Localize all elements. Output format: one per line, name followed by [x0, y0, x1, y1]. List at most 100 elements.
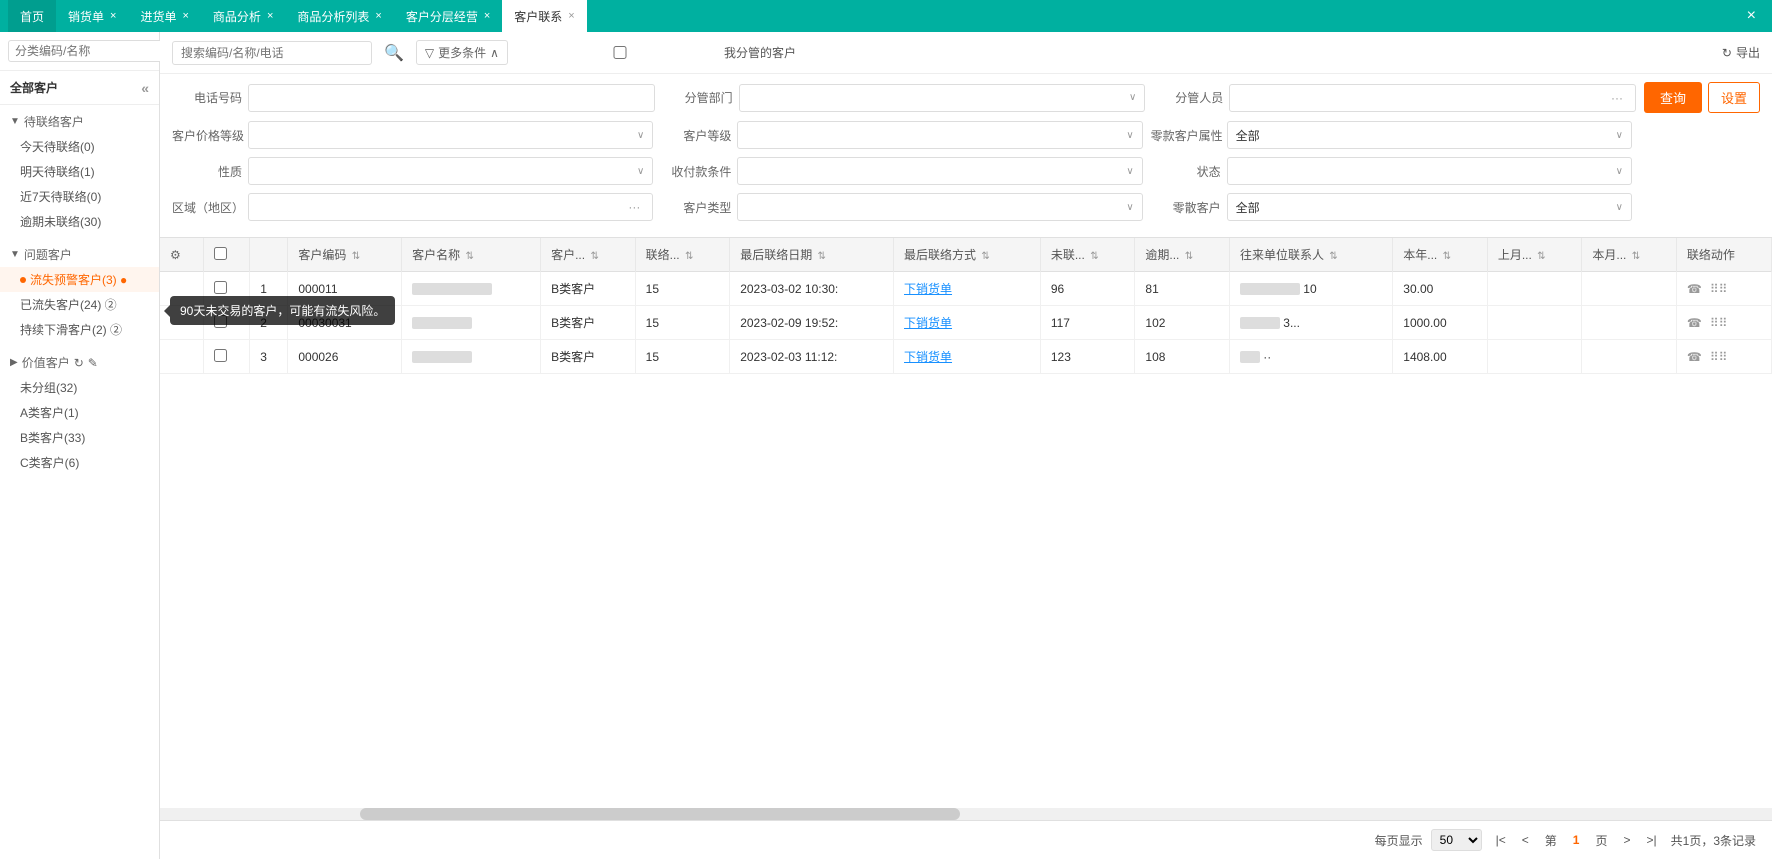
sidebar-group-problem-label[interactable]: ▼ 问题客户	[0, 242, 159, 267]
table-header-row: ⚙ 客户编码 ⇅ 客户名称 ⇅ 客户... ⇅ 联络... ⇅ 最后联络日期 ⇅…	[160, 238, 1772, 272]
contact-way-link-2[interactable]: 下销货单	[904, 350, 952, 364]
my-customers-checkbox[interactable]	[520, 46, 720, 59]
filter-row-2: 客户价格等级 ∨ 客户等级 ∨ 零款客户属性	[172, 121, 1760, 149]
nav-tab-customer-contact[interactable]: 客户联系 ×	[502, 0, 586, 32]
top-nav: 首页 销货单 × 进货单 × 商品分析 × 商品分析列表 × 客户分层经营 × …	[0, 0, 1772, 32]
th-gear[interactable]: ⚙	[160, 238, 203, 272]
th-last-contact-way[interactable]: 最后联络方式 ⇅	[894, 238, 1041, 272]
nav-tab-purchase-close[interactable]: ×	[182, 10, 188, 22]
field-payment-select[interactable]: ∨	[737, 157, 1142, 185]
nav-tab-analysis-close[interactable]: ×	[267, 10, 273, 22]
sidebar-item-ungrouped[interactable]: 未分组(32)	[0, 375, 159, 400]
th-overdue[interactable]: 逾期... ⇅	[1135, 238, 1230, 272]
row-checkbox-2[interactable]	[214, 349, 227, 362]
contact-way-link-0[interactable]: 下销货单	[904, 282, 952, 296]
th-last-month[interactable]: 上月... ⇅	[1487, 238, 1582, 272]
field-customer-level-select[interactable]: ∨	[737, 121, 1142, 149]
sidebar-item-tomorrow[interactable]: 明天待联络(1)	[0, 159, 159, 184]
field-phone-input[interactable]	[248, 84, 655, 112]
contact-icon-2[interactable]: ☎	[1687, 350, 1702, 364]
more-actions-icon-1[interactable]: ⠿⠿	[1710, 316, 1728, 330]
field-nature-select[interactable]: ∨	[248, 157, 653, 185]
contact-icon-0[interactable]: ☎	[1687, 282, 1702, 296]
edit-icon[interactable]: ✎	[88, 356, 98, 370]
last-page-button[interactable]: >|	[1641, 831, 1663, 849]
setting-button[interactable]: 设置	[1708, 82, 1760, 113]
nav-tab-home[interactable]: 首页	[8, 0, 56, 32]
contact-icon-1[interactable]: ☎	[1687, 316, 1702, 330]
td-last-contact-way-2[interactable]: 下销货单	[894, 340, 1041, 374]
field-manager-select[interactable]: ···	[1229, 84, 1636, 112]
scrollbar-thumb[interactable]	[360, 808, 960, 820]
sidebar-item-a-class[interactable]: A类客户(1)	[0, 400, 159, 425]
next-page-button[interactable]: >	[1618, 831, 1637, 849]
nav-tab-purchase[interactable]: 进货单 ×	[128, 0, 200, 32]
td-unit-contact-0: 10	[1229, 272, 1392, 306]
th-no-contact[interactable]: 未联... ⇅	[1040, 238, 1135, 272]
export-button[interactable]: ↻ 导出	[1722, 44, 1760, 61]
th-last-contact-date[interactable]: 最后联络日期 ⇅	[730, 238, 894, 272]
sidebar-item-c-class[interactable]: C类客户(6)	[0, 450, 159, 475]
sort-icon-overdue: ⇅	[1185, 251, 1193, 262]
field-phone: 电话号码	[172, 84, 655, 112]
nav-tab-analysis[interactable]: 商品分析 ×	[201, 0, 285, 32]
gear-icon[interactable]: ⚙	[170, 248, 181, 262]
th-contact[interactable]: 联络... ⇅	[635, 238, 730, 272]
refresh-icon[interactable]: ↻	[74, 356, 84, 370]
td-last-contact-way-1[interactable]: 下销货单	[894, 306, 1041, 340]
nav-tab-customer-tier-close[interactable]: ×	[484, 10, 490, 22]
field-dept-select[interactable]: ∨	[739, 84, 1146, 112]
search-input[interactable]	[172, 41, 372, 65]
my-customers-checkbox-label[interactable]: 我分管的客户	[520, 44, 796, 61]
sidebar-item-b-class[interactable]: B类客户(33)	[0, 425, 159, 450]
nav-tab-sales-close[interactable]: ×	[110, 10, 116, 22]
th-this-year[interactable]: 本年... ⇅	[1393, 238, 1488, 272]
field-status-select[interactable]: ∨	[1227, 157, 1632, 185]
td-actions-0: ☎ ⠿⠿	[1676, 272, 1771, 306]
contact-way-link-1[interactable]: 下销货单	[904, 316, 952, 330]
more-actions-icon-2[interactable]: ⠿⠿	[1710, 350, 1728, 364]
per-page-select[interactable]: 50 100 200	[1431, 829, 1482, 851]
collapse-icon[interactable]: «	[141, 80, 149, 96]
td-last-contact-way-0[interactable]: 下销货单	[894, 272, 1041, 306]
prev-page-button[interactable]: <	[1516, 831, 1535, 849]
sidebar-item-7days[interactable]: 近7天待联络(0)	[0, 184, 159, 209]
sidebar-item-churned[interactable]: 已流失客户(24) ②	[0, 292, 159, 317]
sidebar-group-value-label[interactable]: ▶ 价值客户 ↻ ✎	[0, 350, 159, 375]
nav-tab-customer-tier[interactable]: 客户分层经营 ×	[394, 0, 502, 32]
sidebar-search-input[interactable]	[8, 40, 177, 62]
th-this-month[interactable]: 本月... ⇅	[1582, 238, 1677, 272]
th-type[interactable]: 客户... ⇅	[541, 238, 636, 272]
search-button[interactable]: 🔍	[384, 43, 404, 63]
th-unit-contact[interactable]: 往来单位联系人 ⇅	[1229, 238, 1392, 272]
first-page-button[interactable]: |<	[1490, 831, 1512, 849]
th-name[interactable]: 客户名称 ⇅	[402, 238, 541, 272]
nav-tab-customer-contact-close[interactable]: ×	[568, 10, 574, 22]
field-region-select[interactable]: ···	[248, 193, 653, 221]
more-actions-icon-0[interactable]: ⠿⠿	[1710, 282, 1728, 296]
field-zero-customer-select[interactable]: 全部 ∨	[1227, 193, 1632, 221]
horizontal-scrollbar[interactable]	[160, 808, 1772, 820]
th-code[interactable]: 客户编码 ⇅	[288, 238, 402, 272]
sidebar-group-pending-label[interactable]: ▼ 待联络客户	[0, 109, 159, 134]
more-conditions-button[interactable]: ▽ 更多条件 ∧	[416, 40, 508, 65]
field-zero-attr-select[interactable]: 全部 ∨	[1227, 121, 1632, 149]
field-nature-label: 性质	[172, 163, 242, 180]
field-zero-customer: 零散客户 全部 ∨	[1151, 193, 1632, 221]
field-price-level-select[interactable]: ∨	[248, 121, 653, 149]
chevron-down-icon-10: ∨	[1616, 202, 1623, 213]
nav-tab-analysis-list[interactable]: 商品分析列表 ×	[285, 0, 393, 32]
close-all-button[interactable]: ×	[1739, 7, 1764, 25]
row-checkbox-1[interactable]	[214, 315, 227, 328]
sidebar-item-churn-warning[interactable]: 流失预警客户(3) ●	[0, 267, 159, 292]
field-zero-attr: 零款客户属性 全部 ∨	[1151, 121, 1632, 149]
query-button[interactable]: 查询	[1644, 82, 1702, 113]
sidebar-item-today[interactable]: 今天待联络(0)	[0, 134, 159, 159]
nav-tab-sales[interactable]: 销货单 ×	[56, 0, 128, 32]
field-customer-type-select[interactable]: ∨	[737, 193, 1142, 221]
row-checkbox-0[interactable]	[214, 281, 227, 294]
select-all-checkbox[interactable]	[214, 247, 227, 260]
sidebar-item-overdue[interactable]: 逾期未联络(30)	[0, 209, 159, 234]
sidebar-item-declining[interactable]: 持续下滑客户(2) ②	[0, 317, 159, 342]
nav-tab-analysis-list-close[interactable]: ×	[375, 10, 381, 22]
